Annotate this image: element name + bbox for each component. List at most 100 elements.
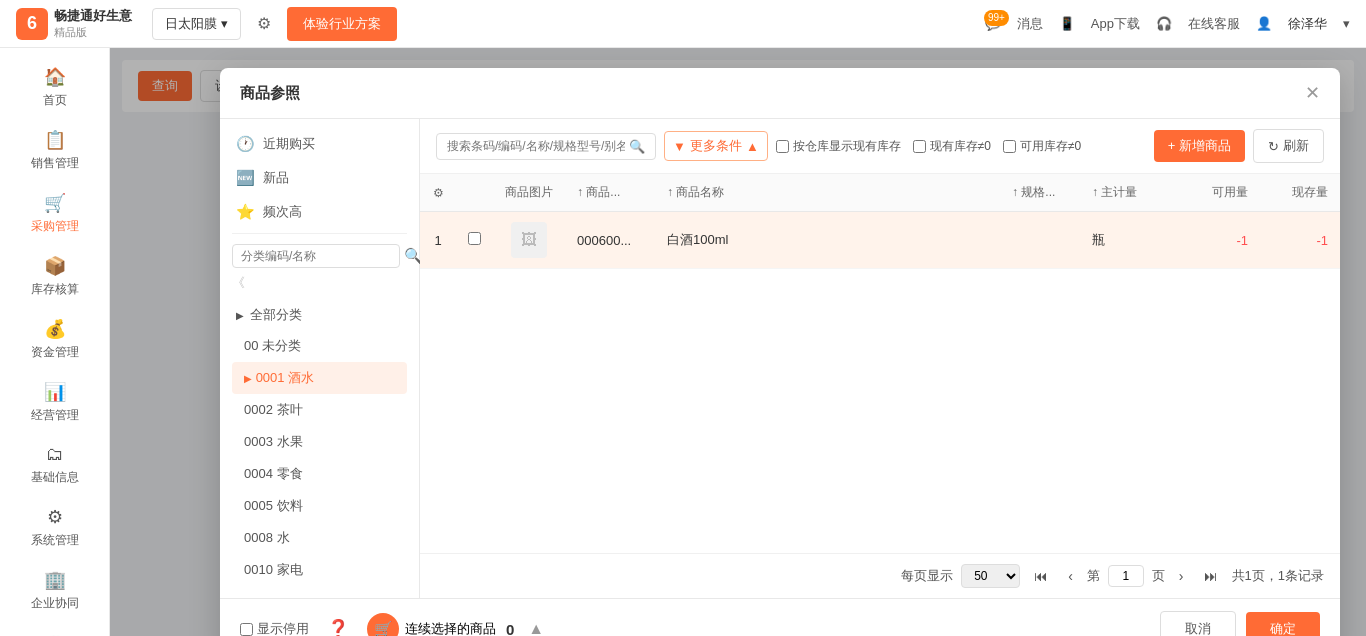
quick-new[interactable]: 🆕 新品 [220, 161, 419, 195]
table-row[interactable]: 1 🖼 [420, 212, 1340, 269]
product-image-placeholder: 🖼 [511, 222, 547, 258]
col-unit-header[interactable]: ↑ 主计量 [1080, 174, 1160, 212]
product-search-input[interactable] [447, 139, 625, 153]
category-0001[interactable]: ▶ 0001 酒水 [232, 362, 407, 394]
sidebar-item-guide[interactable]: 📖 新手引导 [0, 622, 109, 636]
settings-col-icon: ⚙ [433, 186, 444, 200]
logo-area: 6 畅捷通好生意 精品版 [16, 7, 132, 40]
cart-label: 连续选择的商品 [405, 620, 496, 636]
positive-stock-check-input[interactable] [913, 140, 926, 153]
product-search-icon[interactable]: 🔍 [629, 139, 645, 154]
brand-text: 畅捷通好生意 精品版 [54, 7, 132, 40]
row-image-cell: 🖼 [493, 212, 565, 269]
collapse-icon[interactable]: 《 [232, 274, 245, 292]
sidebar-item-sales[interactable]: 📋 销售管理 [0, 119, 109, 182]
row-unit-cell: 瓶 [1080, 212, 1160, 269]
total-info: 共1页，1条记录 [1232, 567, 1324, 585]
help-button[interactable]: ❓ [327, 618, 349, 636]
warehouse-stock-checkbox[interactable]: 按仓库显示现有库存 [776, 138, 901, 155]
category-00[interactable]: 00 未分类 [232, 330, 407, 362]
operation-icon: 📊 [44, 381, 66, 403]
sidebar-item-basics[interactable]: 🗂 基础信息 [0, 434, 109, 496]
refresh-button[interactable]: ↻ 刷新 [1253, 129, 1324, 163]
category-0004[interactable]: 0004 零食 [232, 458, 407, 490]
category-0005[interactable]: 0005 饮料 [232, 490, 407, 522]
col-stock-header: 现存量 [1260, 174, 1340, 212]
category-0008[interactable]: 0008 水 [232, 522, 407, 554]
quick-recent[interactable]: 🕐 近期购买 [220, 127, 419, 161]
quick-frequent[interactable]: ⭐ 频次高 [220, 195, 419, 229]
last-page-button[interactable]: ⏭ [1198, 566, 1224, 586]
home-icon: 🏠 [44, 66, 66, 88]
gear-icon[interactable]: ⚙ [257, 14, 271, 33]
sidebar-item-enterprise[interactable]: 🏢 企业协同 [0, 559, 109, 622]
dialog-close-button[interactable]: ✕ [1305, 82, 1320, 104]
category-panel: 🕐 近期购买 🆕 新品 ⭐ 频次高 🔍 [220, 119, 420, 598]
category-0010[interactable]: 0010 家电 [232, 554, 407, 586]
next-page-button[interactable]: › [1173, 566, 1190, 586]
confirm-button[interactable]: 确定 [1246, 612, 1320, 636]
sidebar-item-home[interactable]: 🏠 首页 [0, 56, 109, 119]
cart-collapse-icon[interactable]: ▲ [528, 620, 544, 636]
filter-icon: ▼ [673, 139, 686, 154]
inventory-icon: 📦 [44, 255, 66, 277]
cart-area: 🛒 连续选择的商品 0 ▲ [367, 613, 544, 636]
prev-page-button[interactable]: ‹ [1062, 566, 1079, 586]
cancel-button[interactable]: 取消 [1160, 611, 1236, 636]
col-name-header[interactable]: ↑ 商品名称 [655, 174, 1000, 212]
cart-icon[interactable]: 🛒 [367, 613, 399, 636]
available-stock-checkbox[interactable]: 可用库存≠0 [1003, 138, 1081, 155]
page-number-input[interactable] [1108, 565, 1144, 587]
more-filter-button[interactable]: ▼ 更多条件 ▲ [664, 131, 768, 161]
headset-icon: 🎧 [1156, 16, 1172, 31]
warehouse-stock-check-input[interactable] [776, 140, 789, 153]
sidebar-item-inventory[interactable]: 📦 库存核算 [0, 245, 109, 308]
cta-button[interactable]: 体验行业方案 [287, 7, 397, 41]
show-disabled-label[interactable]: 显示停用 [240, 620, 309, 636]
logo-icon: 6 [16, 8, 48, 40]
product-toolbar: 🔍 ▼ 更多条件 ▲ 按仓库显示现有库存 [420, 119, 1340, 174]
sidebar-item-finance[interactable]: 💰 资金管理 [0, 308, 109, 371]
pagination: 每页显示 50 10 20 100 ⏮ ‹ 第 页 › ⏭ [420, 553, 1340, 598]
show-disabled-checkbox[interactable] [240, 623, 253, 636]
category-0002[interactable]: 0002 茶叶 [232, 394, 407, 426]
col-image-header: 商品图片 [493, 174, 565, 212]
category-all[interactable]: ▶ 全部分类 [232, 300, 407, 330]
messages-icon[interactable]: 💬 99+ [985, 16, 1001, 31]
product-table: ⚙ 商品图片 ↑ 商品... [420, 174, 1340, 269]
row-checkbox[interactable] [468, 232, 481, 245]
first-page-button[interactable]: ⏮ [1028, 566, 1054, 586]
col-check [456, 174, 493, 212]
row-stock-cell: -1 [1260, 212, 1340, 269]
cart-count: 0 [506, 621, 514, 637]
triangle-right-icon: ▶ [236, 310, 244, 321]
add-product-button[interactable]: + 新增商品 [1154, 130, 1245, 162]
available-stock-check-input[interactable] [1003, 140, 1016, 153]
col-code-header[interactable]: ↑ 商品... [565, 174, 655, 212]
sidebar-item-purchase[interactable]: 🛒 采购管理 [0, 182, 109, 245]
purchase-icon: 🛒 [44, 192, 66, 214]
image-placeholder-icon: 🖼 [521, 231, 537, 249]
star-icon: ⭐ [236, 203, 255, 221]
category-search-input[interactable] [232, 244, 400, 268]
col-settings[interactable]: ⚙ [420, 174, 456, 212]
row-name-cell: 白酒100ml [655, 212, 1000, 269]
row-checkbox-cell[interactable] [456, 212, 493, 269]
category-0003[interactable]: 0003 水果 [232, 426, 407, 458]
nav-selector[interactable]: 日太阳膜 ▾ [152, 8, 241, 40]
dialog-header: 商品参照 ✕ [220, 68, 1340, 119]
enterprise-icon: 🏢 [44, 569, 66, 591]
refresh-icon: ↻ [1268, 139, 1279, 154]
page-size-select[interactable]: 50 10 20 100 [961, 564, 1020, 588]
col-spec-header[interactable]: ↑ 规格... [1000, 174, 1080, 212]
category-search-row: 🔍 [220, 238, 419, 274]
phone-icon: 📱 [1059, 16, 1075, 31]
dialog-title: 商品参照 [240, 84, 300, 103]
sidebar-item-system[interactable]: ⚙ 系统管理 [0, 496, 109, 559]
dialog-footer: 显示停用 ❓ 🛒 连续选择的商品 0 ▲ 取消 确定 [220, 598, 1340, 636]
product-search-bar: 🔍 [436, 133, 656, 160]
sidebar-item-operation[interactable]: 📊 经营管理 [0, 371, 109, 434]
col-available-header: 可用量 [1160, 174, 1260, 212]
positive-stock-checkbox[interactable]: 现有库存≠0 [913, 138, 991, 155]
filter-up-icon: ▲ [746, 139, 759, 154]
